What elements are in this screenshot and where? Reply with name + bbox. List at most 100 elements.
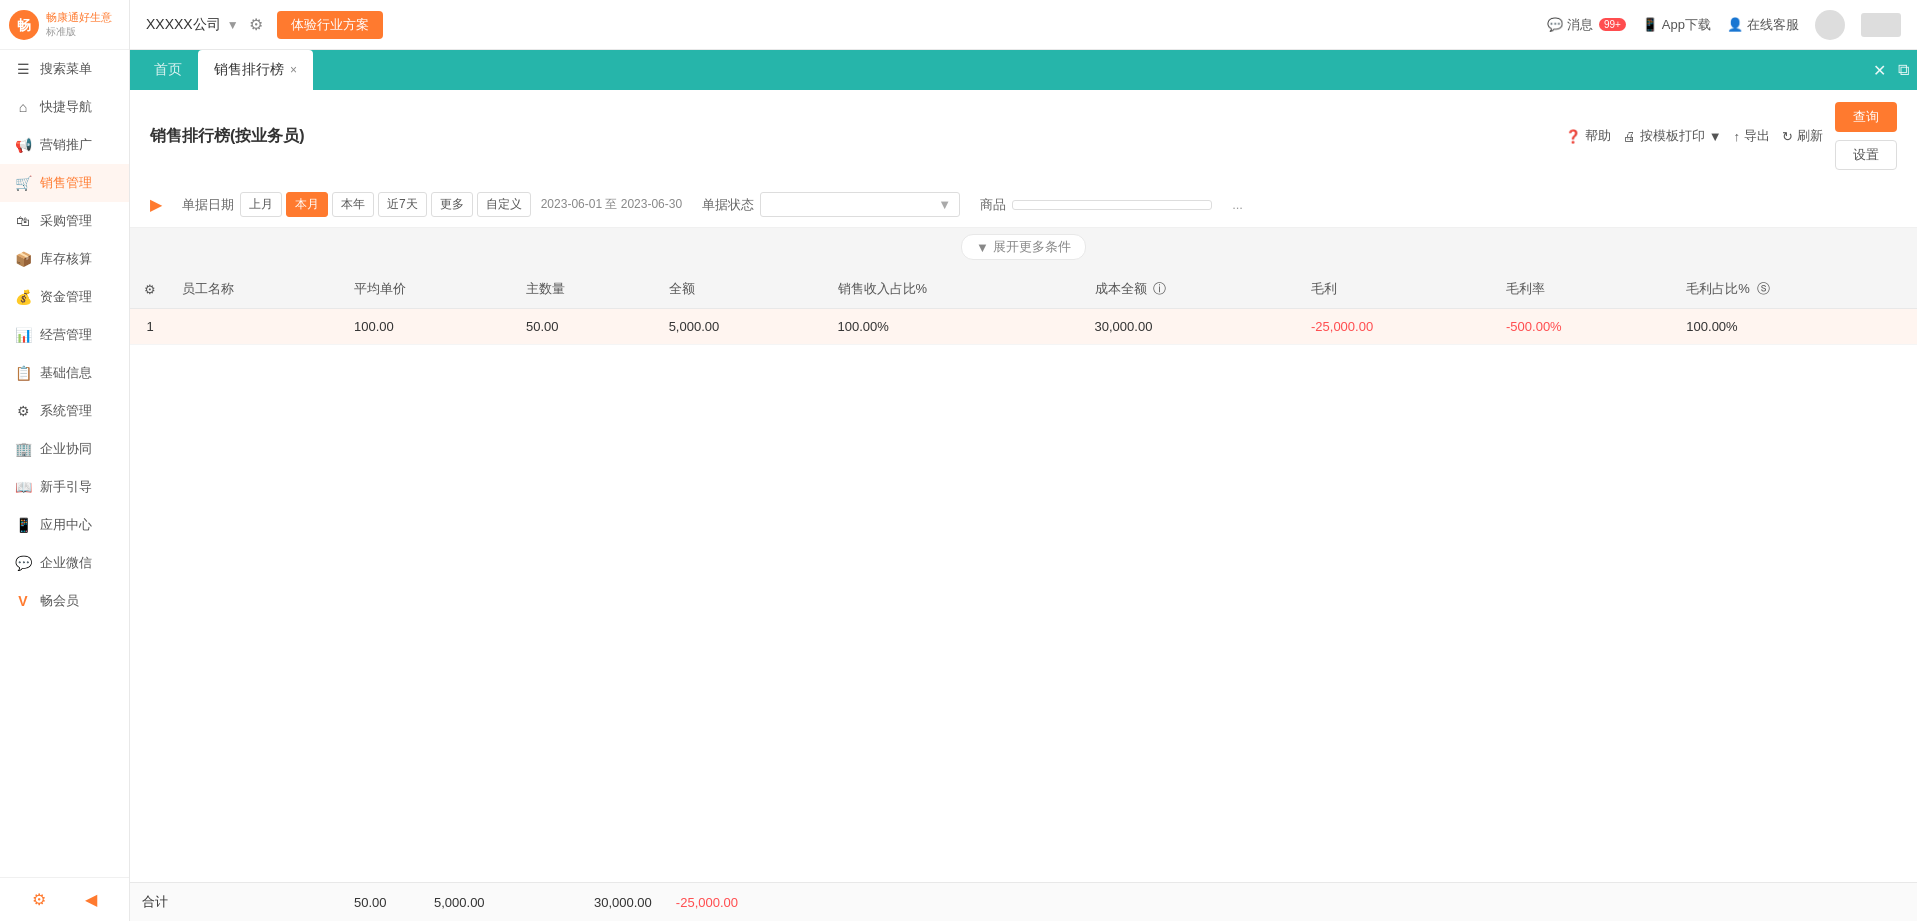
logo-icon: 畅 bbox=[8, 9, 40, 41]
sidebar-item-basic-info[interactable]: 📋 基础信息 bbox=[0, 354, 129, 392]
export-btn[interactable]: ↑ 导出 bbox=[1734, 127, 1771, 145]
sidebar-item-enterprise[interactable]: 🏢 企业协同 bbox=[0, 430, 129, 468]
sidebar-label-wechat: 企业微信 bbox=[40, 554, 92, 572]
company-chevron-icon: ▼ bbox=[227, 18, 239, 32]
settings-button[interactable]: 设置 bbox=[1835, 140, 1897, 170]
goods-input[interactable] bbox=[1012, 200, 1212, 210]
sidebar-item-finance[interactable]: 💰 资金管理 bbox=[0, 278, 129, 316]
sidebar-label-member: 畅会员 bbox=[40, 592, 79, 610]
sidebar-item-guide[interactable]: 📖 新手引导 bbox=[0, 468, 129, 506]
sidebar-item-system[interactable]: ⚙ 系统管理 bbox=[0, 392, 129, 430]
tab-sales-rank[interactable]: 销售排行榜 × bbox=[198, 50, 313, 90]
col-avg-price: 平均单价 bbox=[342, 270, 514, 309]
goods-filter: 商品 bbox=[980, 196, 1212, 214]
tab-sales-rank-label: 销售排行榜 bbox=[214, 61, 284, 79]
quick-nav-icon: ⌂ bbox=[14, 98, 32, 116]
logo-sub: 标准版 bbox=[46, 25, 112, 39]
sidebar-item-inventory[interactable]: 📦 库存核算 bbox=[0, 240, 129, 278]
status-select[interactable]: ▼ bbox=[760, 192, 960, 217]
goods-label: 商品 bbox=[980, 196, 1006, 214]
user-avatar[interactable] bbox=[1815, 10, 1845, 40]
col-name: 员工名称 bbox=[170, 270, 342, 309]
sidebar-logo: 畅 畅康通好生意 标准版 bbox=[0, 0, 129, 50]
date-btn-more[interactable]: 更多 bbox=[431, 192, 473, 217]
sidebar-label-purchase: 采购管理 bbox=[40, 212, 92, 230]
print-icon: 🖨 bbox=[1623, 129, 1636, 144]
basic-info-icon: 📋 bbox=[14, 364, 32, 382]
service-label: 在线客服 bbox=[1747, 16, 1799, 34]
col-main-qty: 主数量 bbox=[514, 270, 657, 309]
window-close-icon[interactable]: ✕ bbox=[1873, 61, 1886, 80]
date-btn-this-month[interactable]: 本月 bbox=[286, 192, 328, 217]
col-cost-amount: 成本全额 ⓘ bbox=[1083, 270, 1299, 309]
topbar-settings-icon[interactable]: ⚙ bbox=[249, 15, 263, 34]
status-filter: 单据状态 ▼ bbox=[702, 192, 960, 217]
system-icon: ⚙ bbox=[14, 402, 32, 420]
sidebar-item-member[interactable]: V 畅会员 bbox=[0, 582, 129, 620]
notification-btn[interactable]: 💬 消息 99+ bbox=[1547, 16, 1626, 34]
search-order-icon: ☰ bbox=[14, 60, 32, 78]
header-row: ⚙ 员工名称 平均单价 主数量 全额 销售收入占比% 成本全额 ⓘ 毛利 毛利率 bbox=[130, 270, 1917, 309]
gross-pct-info-icon[interactable]: ⓢ bbox=[1757, 281, 1770, 296]
tab-home[interactable]: 首页 bbox=[138, 50, 198, 90]
tab-bar: 首页 销售排行榜 × ✕ ⧉ bbox=[130, 50, 1917, 90]
sidebar-settings-button[interactable]: ⚙ bbox=[32, 890, 46, 909]
sidebar-label-sales: 销售管理 bbox=[40, 174, 92, 192]
service-icon: 👤 bbox=[1727, 17, 1743, 32]
cost-amount-info-icon[interactable]: ⓘ bbox=[1153, 281, 1166, 296]
print-btn[interactable]: 🖨 按模板打印 ▼ bbox=[1623, 127, 1722, 145]
member-icon: V bbox=[14, 592, 32, 610]
table-footer: 合计 50.00 5,000.00 30,000.00 -25,000.00 bbox=[130, 882, 1917, 921]
cell-gross: -25,000.00 bbox=[1299, 309, 1494, 345]
svg-text:畅: 畅 bbox=[17, 17, 31, 33]
sidebar-collapse-button[interactable]: ◀ bbox=[85, 890, 97, 909]
data-table: ⚙ 员工名称 平均单价 主数量 全额 销售收入占比% 成本全额 ⓘ 毛利 毛利率 bbox=[130, 270, 1917, 345]
tab-close-icon[interactable]: × bbox=[290, 63, 297, 77]
date-btn-last-month[interactable]: 上月 bbox=[240, 192, 282, 217]
date-btn-custom[interactable]: 自定义 bbox=[477, 192, 531, 217]
sidebar-item-wechat[interactable]: 💬 企业微信 bbox=[0, 544, 129, 582]
sidebar-item-operations[interactable]: 📊 经营管理 bbox=[0, 316, 129, 354]
page-actions: ❓ 帮助 🖨 按模板打印 ▼ ↑ 导出 ↻ 刷新 bbox=[1565, 102, 1897, 170]
sidebar-item-quick-nav[interactable]: ⌂ 快捷导航 bbox=[0, 88, 129, 126]
cell-gross-pct: 100.00% bbox=[1674, 309, 1917, 345]
sidebar-label-search: 搜索菜单 bbox=[40, 60, 92, 78]
refresh-btn[interactable]: ↻ 刷新 bbox=[1782, 127, 1823, 145]
sidebar-item-marketing[interactable]: 📢 营销推广 bbox=[0, 126, 129, 164]
sales-icon: 🛒 bbox=[14, 174, 32, 192]
main-area: XXXXX公司 ▼ ⚙ 体验行业方案 💬 消息 99+ 📱 App下载 👤 在线… bbox=[130, 0, 1917, 921]
help-btn[interactable]: ❓ 帮助 bbox=[1565, 127, 1611, 145]
wechat-icon: 💬 bbox=[14, 554, 32, 572]
sidebar-label-marketing: 营销推广 bbox=[40, 136, 92, 154]
sidebar-label-guide: 新手引导 bbox=[40, 478, 92, 496]
cell-rank: 1 bbox=[130, 309, 170, 345]
topbar: XXXXX公司 ▼ ⚙ 体验行业方案 💬 消息 99+ 📱 App下载 👤 在线… bbox=[130, 0, 1917, 50]
sidebar-label-enterprise: 企业协同 bbox=[40, 440, 92, 458]
expand-conditions-btn[interactable]: ▼ 展开更多条件 bbox=[961, 234, 1086, 260]
sidebar-item-apps[interactable]: 📱 应用中心 bbox=[0, 506, 129, 544]
filter-row: ▶ 单据日期 上月 本月 本年 近7天 更多 自定义 2023-06-01 至 … bbox=[150, 182, 1897, 227]
cell-cost-amount: 30,000.00 bbox=[1083, 309, 1299, 345]
filter-more-btn[interactable]: ... bbox=[1232, 197, 1243, 212]
industry-btn[interactable]: 体验行业方案 bbox=[277, 11, 383, 39]
online-service-btn[interactable]: 👤 在线客服 bbox=[1727, 16, 1799, 34]
col-gross: 毛利 bbox=[1299, 270, 1494, 309]
page-title-row: 销售排行榜(按业务员) ❓ 帮助 🖨 按模板打印 ▼ ↑ 导出 bbox=[150, 102, 1897, 170]
date-btn-7days[interactable]: 近7天 bbox=[378, 192, 427, 217]
window-restore-icon[interactable]: ⧉ bbox=[1898, 61, 1909, 79]
col-settings[interactable]: ⚙ bbox=[130, 270, 170, 309]
sidebar-item-sales[interactable]: 🛒 销售管理 bbox=[0, 164, 129, 202]
sidebar-label-basic-info: 基础信息 bbox=[40, 364, 92, 382]
purchase-icon: 🛍 bbox=[14, 212, 32, 230]
sidebar-item-purchase[interactable]: 🛍 采购管理 bbox=[0, 202, 129, 240]
company-selector[interactable]: XXXXX公司 ▼ bbox=[146, 16, 239, 34]
date-btn-this-year[interactable]: 本年 bbox=[332, 192, 374, 217]
app-download-btn[interactable]: 📱 App下载 bbox=[1642, 16, 1711, 34]
footer-amount: 5,000.00 bbox=[422, 895, 502, 910]
query-button[interactable]: 查询 bbox=[1835, 102, 1897, 132]
sidebar-label-inventory: 库存核算 bbox=[40, 250, 92, 268]
date-range: 2023-06-01 至 2023-06-30 bbox=[541, 196, 682, 213]
sidebar: 畅 畅康通好生意 标准版 ☰ 搜索菜单 ⌂ 快捷导航 📢 营销推广 🛒 销售管理… bbox=[0, 0, 130, 921]
sidebar-item-search-order[interactable]: ☰ 搜索菜单 bbox=[0, 50, 129, 88]
filter-expand-icon[interactable]: ▶ bbox=[150, 195, 162, 214]
